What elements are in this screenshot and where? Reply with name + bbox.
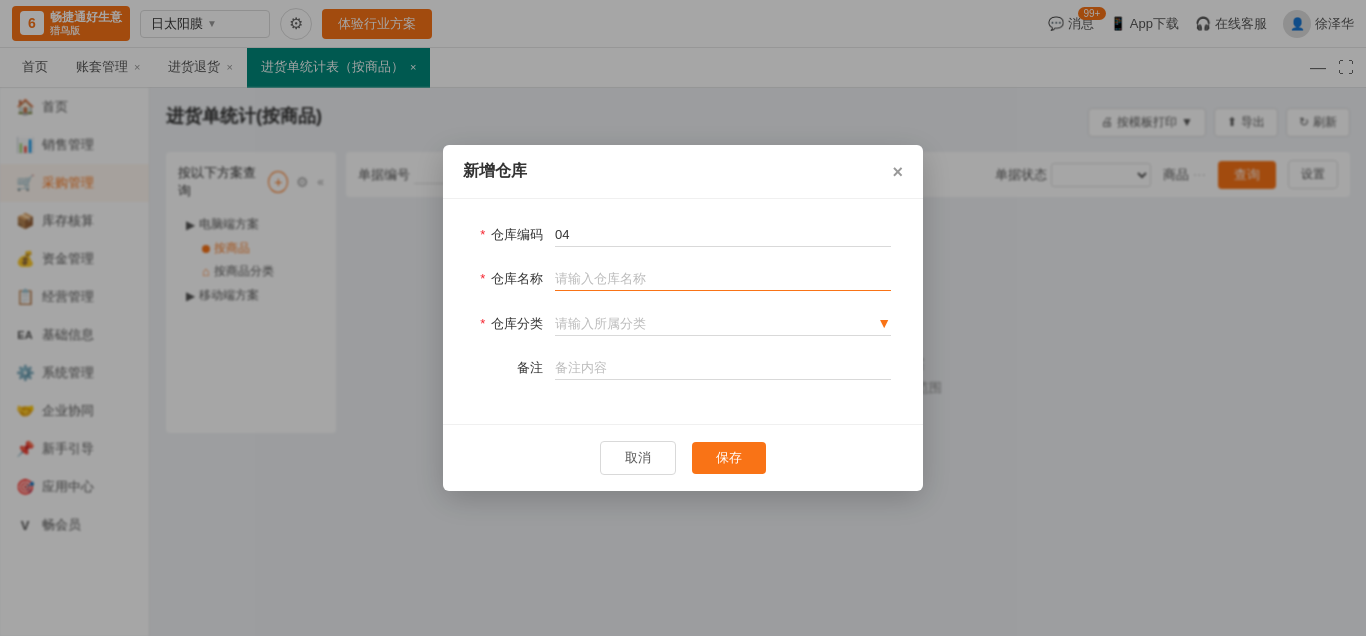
save-button[interactable]: 保存 [692, 442, 766, 474]
name-input[interactable] [555, 267, 891, 291]
form-row-name: * 仓库名称 [475, 267, 891, 291]
modal-overlay[interactable]: 新增仓库 × * 仓库编码 * 仓库名称 [0, 0, 1366, 636]
required-star-code: * [480, 227, 485, 242]
category-label: * 仓库分类 [475, 315, 555, 333]
code-label: * 仓库编码 [475, 226, 555, 244]
cancel-button[interactable]: 取消 [600, 441, 676, 475]
name-label: * 仓库名称 [475, 270, 555, 288]
form-row-note: 备注 [475, 356, 891, 380]
modal-header: 新增仓库 × [443, 145, 923, 199]
modal-close-button[interactable]: × [892, 163, 903, 181]
form-row-category: * 仓库分类 请输入所属分类 ▼ [475, 311, 891, 336]
form-row-code: * 仓库编码 [475, 223, 891, 247]
code-input[interactable] [555, 223, 891, 247]
modal-title: 新增仓库 [463, 161, 527, 182]
modal-footer: 取消 保存 [443, 424, 923, 491]
modal-body: * 仓库编码 * 仓库名称 * 仓库分类 请输入所属 [443, 199, 923, 424]
note-label: 备注 [475, 359, 555, 377]
new-warehouse-modal: 新增仓库 × * 仓库编码 * 仓库名称 [443, 145, 923, 491]
category-arrow-icon: ▼ [877, 315, 891, 331]
required-star-category: * [480, 316, 485, 331]
note-input[interactable] [555, 356, 891, 380]
category-select[interactable]: 请输入所属分类 [555, 316, 877, 331]
category-select-wrap: 请输入所属分类 ▼ [555, 311, 891, 336]
required-star-name: * [480, 271, 485, 286]
